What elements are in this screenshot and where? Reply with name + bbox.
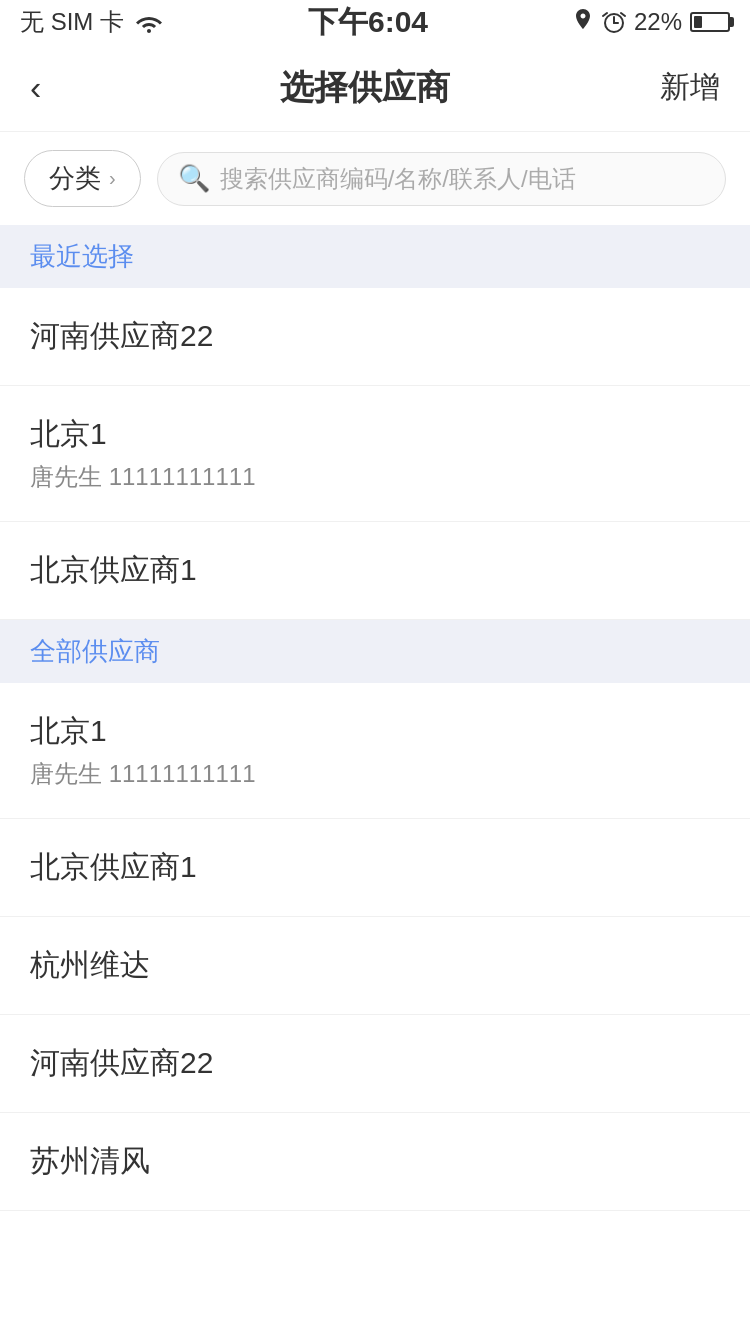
all-items-list: 北京1 唐先生 11111111111 北京供应商1 杭州维达 河南供应商22 … xyxy=(0,683,750,1211)
list-item[interactable]: 苏州清风 xyxy=(0,1113,750,1211)
no-sim-text: 无 SIM 卡 xyxy=(20,6,124,38)
nav-bar: ‹ 选择供应商 新增 xyxy=(0,44,750,132)
list-item[interactable]: 杭州维达 xyxy=(0,917,750,1015)
recent-items-list: 河南供应商22 北京1 唐先生 11111111111 北京供应商1 xyxy=(0,288,750,620)
location-icon xyxy=(572,9,594,35)
search-placeholder: 搜索供应商编码/名称/联系人/电话 xyxy=(220,163,576,195)
item-sub: 唐先生 11111111111 xyxy=(30,758,720,790)
back-button[interactable]: ‹ xyxy=(30,68,90,107)
filter-bar: 分类 › 🔍 搜索供应商编码/名称/联系人/电话 xyxy=(0,132,750,225)
item-name: 北京1 xyxy=(30,711,720,752)
all-section-header: 全部供应商 xyxy=(0,620,750,683)
page-title: 选择供应商 xyxy=(280,65,450,111)
wifi-icon xyxy=(134,11,164,33)
alarm-icon xyxy=(602,9,626,35)
battery-icon xyxy=(690,12,730,32)
item-name: 北京1 xyxy=(30,414,720,455)
item-name: 北京供应商1 xyxy=(30,847,720,888)
item-sub: 唐先生 11111111111 xyxy=(30,461,720,493)
status-bar: 无 SIM 卡 下午6:04 22% xyxy=(0,0,750,44)
recent-section-title: 最近选择 xyxy=(30,241,134,271)
category-button[interactable]: 分类 › xyxy=(24,150,141,207)
list-item[interactable]: 北京1 唐先生 11111111111 xyxy=(0,683,750,819)
item-name: 河南供应商22 xyxy=(30,1043,720,1084)
item-name: 河南供应商22 xyxy=(30,316,720,357)
list-item[interactable]: 北京1 唐先生 11111111111 xyxy=(0,386,750,522)
status-left: 无 SIM 卡 xyxy=(20,6,164,38)
chevron-right-icon: › xyxy=(109,167,116,190)
item-name: 北京供应商1 xyxy=(30,550,720,591)
search-icon: 🔍 xyxy=(178,163,210,194)
status-time: 下午6:04 xyxy=(308,2,428,43)
item-name: 苏州清风 xyxy=(30,1141,720,1182)
status-right: 22% xyxy=(572,8,730,36)
all-section-title: 全部供应商 xyxy=(30,636,160,666)
list-item[interactable]: 北京供应商1 xyxy=(0,522,750,620)
list-item[interactable]: 北京供应商1 xyxy=(0,819,750,917)
add-button[interactable]: 新增 xyxy=(640,67,720,108)
search-box[interactable]: 🔍 搜索供应商编码/名称/联系人/电话 xyxy=(157,152,726,206)
recent-section-header: 最近选择 xyxy=(0,225,750,288)
list-item[interactable]: 河南供应商22 xyxy=(0,1015,750,1113)
list-item[interactable]: 河南供应商22 xyxy=(0,288,750,386)
category-label: 分类 xyxy=(49,161,101,196)
battery-percent: 22% xyxy=(634,8,682,36)
item-name: 杭州维达 xyxy=(30,945,720,986)
